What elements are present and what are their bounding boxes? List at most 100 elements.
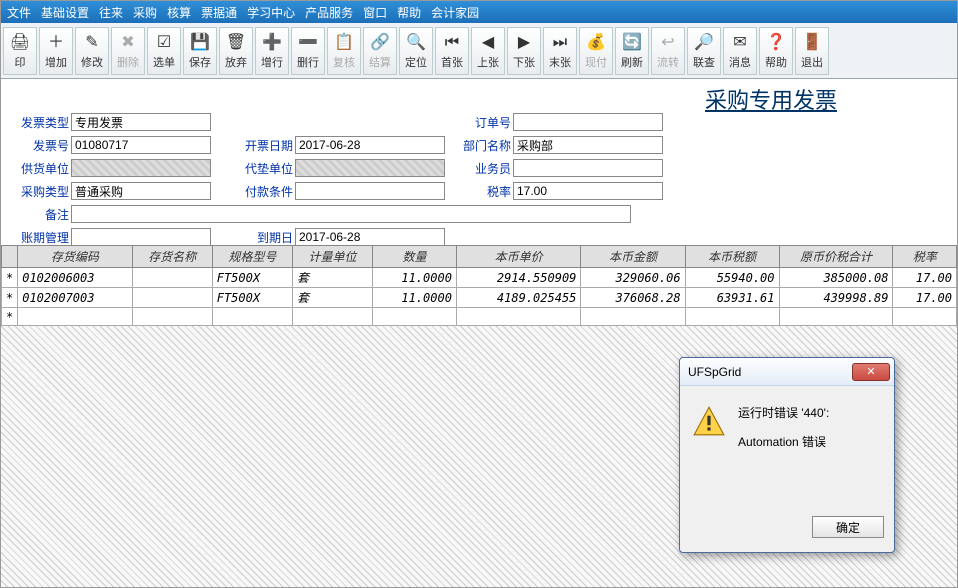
field-remark[interactable]	[71, 205, 631, 223]
menu-会计家园[interactable]: 会计家园	[431, 4, 479, 21]
tbtn-label: 修改	[81, 54, 103, 70]
cell[interactable]	[18, 308, 132, 326]
refresh-icon: 🔄	[622, 32, 642, 54]
cell[interactable]	[581, 308, 685, 326]
field-invoice-type[interactable]	[71, 113, 211, 131]
menu-文件[interactable]: 文件	[7, 4, 31, 21]
tbtn-prev[interactable]: ◀上张	[471, 27, 505, 75]
dialog-ok-button[interactable]: 确定	[812, 516, 884, 538]
tbtn-message[interactable]: ✉消息	[723, 27, 757, 75]
col-header[interactable]: 数量	[373, 246, 457, 268]
tbtn-help[interactable]: ❓帮助	[759, 27, 793, 75]
table-row[interactable]: *0102006003 FT500X套11.00002914.5509093290…	[2, 268, 957, 288]
cell[interactable]: 套	[292, 288, 372, 308]
cell[interactable]	[292, 308, 372, 326]
tbtn-add[interactable]: ＋增加	[39, 27, 73, 75]
col-header[interactable]: 计量单位	[292, 246, 372, 268]
col-header[interactable]	[2, 246, 18, 268]
menu-窗口[interactable]: 窗口	[363, 4, 387, 21]
field-invoice-no[interactable]	[71, 136, 211, 154]
cell[interactable]	[373, 308, 457, 326]
cell[interactable]: 0102007003	[18, 288, 132, 308]
tbtn-label: 放弃	[225, 54, 247, 70]
tbtn-dingwei[interactable]: 🔍定位	[399, 27, 433, 75]
tbtn-last[interactable]: ⏭末张	[543, 27, 577, 75]
cell[interactable]: 63931.61	[685, 288, 779, 308]
tbtn-refresh[interactable]: 🔄刷新	[615, 27, 649, 75]
tbtn-next[interactable]: ▶下张	[507, 27, 541, 75]
cell[interactable]: 11.0000	[373, 268, 457, 288]
select-icon: ☑	[157, 32, 171, 54]
cell[interactable]: *	[2, 308, 18, 326]
tbtn-print[interactable]: 🖨印	[3, 27, 37, 75]
tbtn-discard[interactable]: 🗑放弃	[219, 27, 253, 75]
cell[interactable]: FT500X	[212, 268, 292, 288]
tbtn-save[interactable]: 💾保存	[183, 27, 217, 75]
cell[interactable]: 11.0000	[373, 288, 457, 308]
field-pay-cond[interactable]	[295, 182, 445, 200]
help-icon: ❓	[766, 32, 786, 54]
col-header[interactable]: 税率	[893, 246, 957, 268]
cell[interactable]: 2914.550909	[456, 268, 580, 288]
field-salesman[interactable]	[513, 159, 663, 177]
table-row[interactable]: *	[2, 308, 957, 326]
field-tax-rate[interactable]	[513, 182, 663, 200]
cell[interactable]: 17.00	[893, 268, 957, 288]
col-header[interactable]: 本币金额	[581, 246, 685, 268]
field-supplier[interactable]	[71, 159, 211, 177]
cell[interactable]: 329060.06	[581, 268, 685, 288]
tbtn-label: 退出	[801, 54, 823, 70]
menu-学习中心[interactable]: 学习中心	[247, 4, 295, 21]
col-header[interactable]: 存货编码	[18, 246, 132, 268]
cell[interactable]	[132, 308, 212, 326]
cell[interactable]: 55940.00	[685, 268, 779, 288]
field-due[interactable]	[295, 228, 445, 246]
tbtn-liancha[interactable]: 🔎联查	[687, 27, 721, 75]
cell[interactable]: FT500X	[212, 288, 292, 308]
tbtn-select[interactable]: ☑选单	[147, 27, 181, 75]
menu-帮助[interactable]: 帮助	[397, 4, 421, 21]
cell[interactable]: 17.00	[893, 288, 957, 308]
menu-产品服务[interactable]: 产品服务	[305, 4, 353, 21]
cell[interactable]	[893, 308, 957, 326]
field-order-no[interactable]	[513, 113, 663, 131]
menu-票据通[interactable]: 票据通	[201, 4, 237, 21]
cell[interactable]	[132, 268, 212, 288]
field-period[interactable]	[71, 228, 211, 246]
tbtn-addrow[interactable]: ➕增行	[255, 27, 289, 75]
field-agent[interactable]	[295, 159, 445, 177]
cell[interactable]: 376068.28	[581, 288, 685, 308]
tbtn-delrow[interactable]: ➖删行	[291, 27, 325, 75]
dialog-close-button[interactable]: ✕	[852, 363, 890, 381]
tbtn-first[interactable]: ⏮首张	[435, 27, 469, 75]
tbtn-modify[interactable]: ✎修改	[75, 27, 109, 75]
menu-往来[interactable]: 往来	[99, 4, 123, 21]
cell[interactable]: 4189.025455	[456, 288, 580, 308]
tbtn-exit[interactable]: 🚪退出	[795, 27, 829, 75]
cell[interactable]: 套	[292, 268, 372, 288]
cell[interactable]	[456, 308, 580, 326]
col-header[interactable]: 本币税额	[685, 246, 779, 268]
cell[interactable]: 439998.89	[779, 288, 893, 308]
table-row[interactable]: *0102007003 FT500X套11.00004189.0254553760…	[2, 288, 957, 308]
col-header[interactable]: 本币单价	[456, 246, 580, 268]
cell[interactable]: 385000.08	[779, 268, 893, 288]
label-invoice-date: 开票日期	[237, 137, 293, 154]
cell[interactable]: *	[2, 288, 18, 308]
field-invoice-date[interactable]	[295, 136, 445, 154]
col-header[interactable]: 规格型号	[212, 246, 292, 268]
cell[interactable]	[132, 288, 212, 308]
col-header[interactable]: 存货名称	[132, 246, 212, 268]
menu-核算[interactable]: 核算	[167, 4, 191, 21]
cell[interactable]	[685, 308, 779, 326]
header-form: 发票类型 订单号 发票号 开票日期 部门名称 供货单位 代垫单位 业务员 采购类…	[1, 109, 957, 251]
col-header[interactable]: 原币价税合计	[779, 246, 893, 268]
field-dept[interactable]	[513, 136, 663, 154]
field-purchase-type[interactable]	[71, 182, 211, 200]
cell[interactable]: *	[2, 268, 18, 288]
menu-采购[interactable]: 采购	[133, 4, 157, 21]
cell[interactable]: 0102006003	[18, 268, 132, 288]
menu-基础设置[interactable]: 基础设置	[41, 4, 89, 21]
cell[interactable]	[779, 308, 893, 326]
cell[interactable]	[212, 308, 292, 326]
